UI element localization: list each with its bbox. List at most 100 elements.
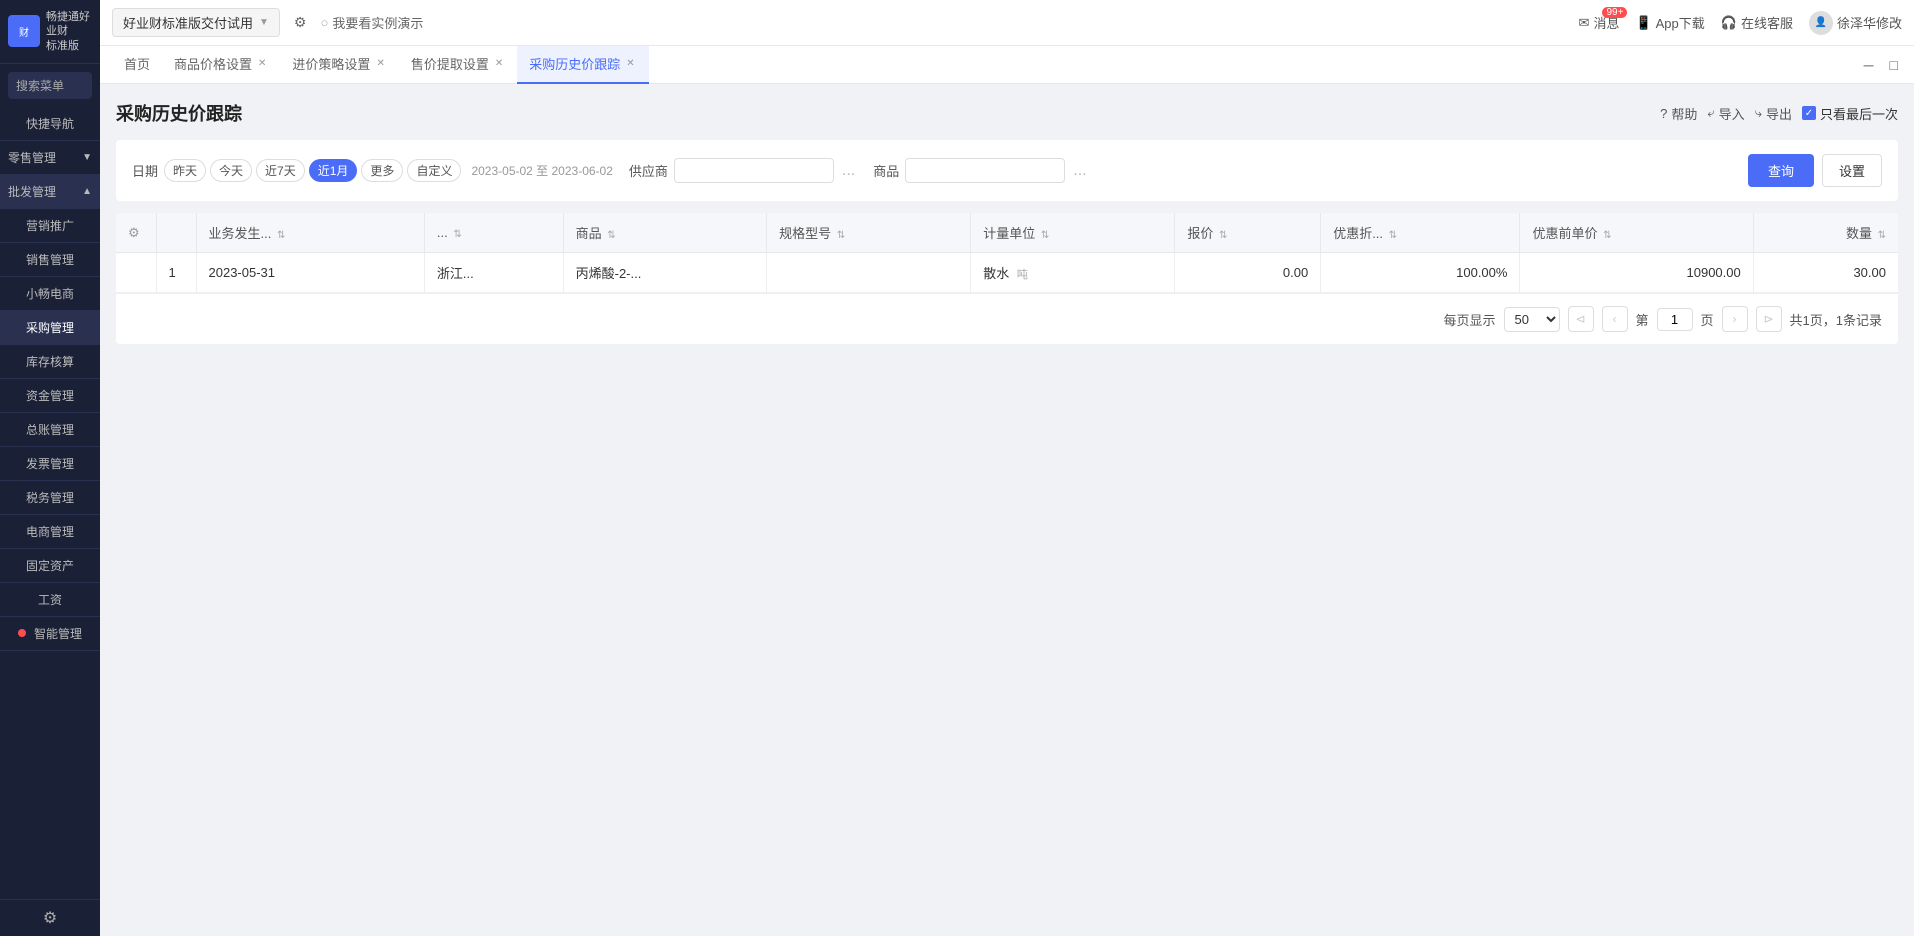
topbar-settings-icon[interactable]: ⚙ — [288, 10, 313, 35]
date-btn-custom[interactable]: 自定义 — [407, 159, 461, 182]
sidebar-item-ecommerce-small[interactable]: 小畅电商 — [0, 277, 100, 311]
help-button[interactable]: ? 帮助 — [1660, 104, 1697, 123]
tab-close-history-price[interactable]: ✕ — [624, 57, 636, 70]
sidebar-item-ledger[interactable]: 总账管理 — [0, 413, 100, 447]
date-btn-more[interactable]: 更多 — [361, 159, 403, 182]
filter-supplier: 供应商 ... — [629, 158, 857, 183]
sidebar-item-invoice[interactable]: 发票管理 — [0, 447, 100, 481]
sidebar-item-retail[interactable]: 零售管理 ▼ — [0, 141, 100, 175]
sidebar-logo: 财 畅捷通好业财 标准版 — [0, 0, 100, 64]
tab-home[interactable]: 首页 — [112, 46, 162, 84]
col-header-gear[interactable]: ⚙ — [116, 213, 156, 253]
pagination-next-button[interactable]: › — [1722, 306, 1748, 332]
online-service-button[interactable]: 🎧 在线客服 — [1721, 13, 1793, 32]
app-logo-subtitle: 标准版 — [46, 39, 92, 53]
cell-unit: 散水 吨 — [971, 253, 1175, 293]
tab-price[interactable]: 商品价格设置 ✕ — [162, 46, 280, 84]
demo-icon: ○ — [320, 15, 328, 30]
tab-history-price[interactable]: 采购历史价跟踪 ✕ — [517, 46, 648, 84]
filter-goods: 商品 ... — [873, 158, 1088, 183]
col-header-more[interactable]: ... ⇅ — [424, 213, 563, 253]
per-page-select[interactable]: 50 20 100 200 — [1504, 307, 1560, 332]
demo-button[interactable]: ○ 我要看实例演示 — [320, 13, 423, 32]
company-selector[interactable]: 好业财标准版交付试用 ▼ — [112, 8, 280, 37]
sidebar-item-ecommerce[interactable]: 电商管理 — [0, 515, 100, 549]
tabs-bar: 首页 商品价格设置 ✕ 进价策略设置 ✕ 售价提取设置 ✕ 采购历史价跟踪 ✕ … — [100, 46, 1914, 84]
sort-icon-quantity: ⇅ — [1878, 230, 1886, 241]
date-btn-today[interactable]: 今天 — [210, 159, 252, 182]
supplier-more-icon[interactable]: ... — [840, 162, 857, 180]
settings-icon[interactable]: ⚙ — [8, 908, 92, 928]
help-icon: ? — [1660, 106, 1667, 121]
date-btn-last7[interactable]: 近7天 — [256, 159, 305, 182]
col-header-goods[interactable]: 商品 ⇅ — [563, 213, 766, 253]
sidebar-item-tax[interactable]: 税务管理 — [0, 481, 100, 515]
filter-row: 日期 昨天 今天 近7天 近1月 更多 自定义 2023-05-02 至 202… — [132, 154, 1882, 187]
col-label-price: 报价 — [1187, 226, 1213, 241]
last-only-checkbox[interactable]: ✓ — [1802, 106, 1816, 120]
sort-icon-business-date: ⇅ — [277, 230, 285, 241]
topbar: 好业财标准版交付试用 ▼ ⚙ ○ 我要看实例演示 ✉ 消息 99+ 📱 App下… — [100, 0, 1914, 46]
sidebar-search-area[interactable]: 搜索菜单 — [0, 64, 100, 107]
sidebar-item-payroll[interactable]: 工资 — [0, 583, 100, 617]
tab-close-price[interactable]: ✕ — [256, 57, 268, 70]
pagination-prev-button[interactable]: ‹ — [1602, 306, 1628, 332]
col-header-pre-discount-price[interactable]: 优惠前单价 ⇅ — [1520, 213, 1753, 253]
sidebar-item-inventory[interactable]: 库存核算 — [0, 345, 100, 379]
supplier-input[interactable] — [674, 158, 834, 183]
maximize-icon[interactable]: □ — [1886, 55, 1902, 75]
pagination-last-button[interactable]: ⊳ — [1756, 306, 1782, 332]
sort-icon-price: ⇅ — [1219, 230, 1227, 241]
search-menu-button[interactable]: 搜索菜单 — [8, 72, 92, 99]
date-btn-yesterday[interactable]: 昨天 — [164, 159, 206, 182]
tab-purchase-strategy[interactable]: 进价策略设置 ✕ — [280, 46, 398, 84]
sidebar-item-wholesale[interactable]: 批发管理 ▲ — [0, 175, 100, 209]
query-button[interactable]: 查询 — [1748, 154, 1814, 187]
message-button[interactable]: ✉ 消息 99+ — [1579, 13, 1620, 32]
export-button[interactable]: ⤷ 导出 — [1755, 104, 1792, 123]
sidebar-item-sales[interactable]: 销售管理 — [0, 243, 100, 277]
date-btn-last1m[interactable]: 近1月 — [309, 159, 358, 182]
col-header-price[interactable]: 报价 ⇅ — [1175, 213, 1321, 253]
company-name: 好业财标准版交付试用 — [123, 13, 253, 32]
page-title: 采购历史价跟踪 — [116, 100, 242, 126]
settings-button[interactable]: 设置 — [1822, 154, 1882, 187]
cell-seq: 1 — [156, 253, 196, 293]
sidebar-item-quick-nav[interactable]: 快捷导航 — [0, 107, 100, 141]
sort-icon-pre-discount-price: ⇅ — [1603, 230, 1611, 241]
last-only-checkbox-label[interactable]: ✓ 只看最后一次 — [1802, 104, 1898, 123]
pagination-first-button[interactable]: ⊲ — [1568, 306, 1594, 332]
goods-filter-label: 商品 — [873, 161, 899, 180]
tab-sell-price[interactable]: 售价提取设置 ✕ — [399, 46, 517, 84]
sidebar: 财 畅捷通好业财 标准版 搜索菜单 快捷导航 零售管理 ▼ 批发管理 ▲ 营销推… — [0, 0, 100, 936]
sidebar-item-smart[interactable]: 智能管理 — [0, 617, 100, 651]
table-row: 1 2023-05-31 浙江... 丙烯酸-2-... 散水 吨 0.00 1… — [116, 253, 1898, 293]
tab-close-purchase-strategy[interactable]: ✕ — [374, 57, 386, 70]
col-header-business-date[interactable]: 业务发生... ⇅ — [196, 213, 424, 253]
col-label-more: ... — [437, 225, 448, 240]
col-header-discount[interactable]: 优惠折... ⇅ — [1321, 213, 1520, 253]
minimize-icon[interactable]: ─ — [1860, 55, 1878, 75]
app-download-button[interactable]: 📱 App下载 — [1635, 13, 1704, 32]
filter-panel: 日期 昨天 今天 近7天 近1月 更多 自定义 2023-05-02 至 202… — [116, 140, 1898, 201]
sidebar-item-fixed-assets[interactable]: 固定资产 — [0, 549, 100, 583]
page-number-input[interactable] — [1657, 308, 1693, 331]
col-label-quantity: 数量 — [1846, 226, 1872, 241]
sidebar-item-marketing[interactable]: 营销推广 — [0, 209, 100, 243]
app-logo-title: 畅捷通好业财 — [46, 10, 92, 39]
col-header-unit[interactable]: 计量单位 ⇅ — [971, 213, 1175, 253]
tab-close-sell-price[interactable]: ✕ — [493, 57, 505, 70]
sidebar-item-purchase[interactable]: 采购管理 — [0, 311, 100, 345]
goods-input[interactable] — [905, 158, 1065, 183]
goods-more-icon[interactable]: ... — [1071, 162, 1088, 180]
col-header-spec[interactable]: 规格型号 ⇅ — [767, 213, 971, 253]
user-menu-button[interactable]: 👤 徐泽华修改 — [1809, 11, 1902, 35]
col-header-quantity[interactable]: 数量 ⇅ — [1753, 213, 1898, 253]
pagination-total-info: 共1页，1条记录 — [1790, 310, 1882, 329]
sidebar-item-finance[interactable]: 资金管理 — [0, 379, 100, 413]
filter-action-buttons: 查询 设置 — [1748, 154, 1882, 187]
page-content: 采购历史价跟踪 ? 帮助 ⤶ 导入 ⤷ 导出 ✓ 只看最后一次 — [100, 84, 1914, 936]
column-settings-icon[interactable]: ⚙ — [128, 225, 140, 240]
message-badge: 99+ — [1602, 7, 1627, 18]
import-button[interactable]: ⤶ 导入 — [1707, 104, 1744, 123]
